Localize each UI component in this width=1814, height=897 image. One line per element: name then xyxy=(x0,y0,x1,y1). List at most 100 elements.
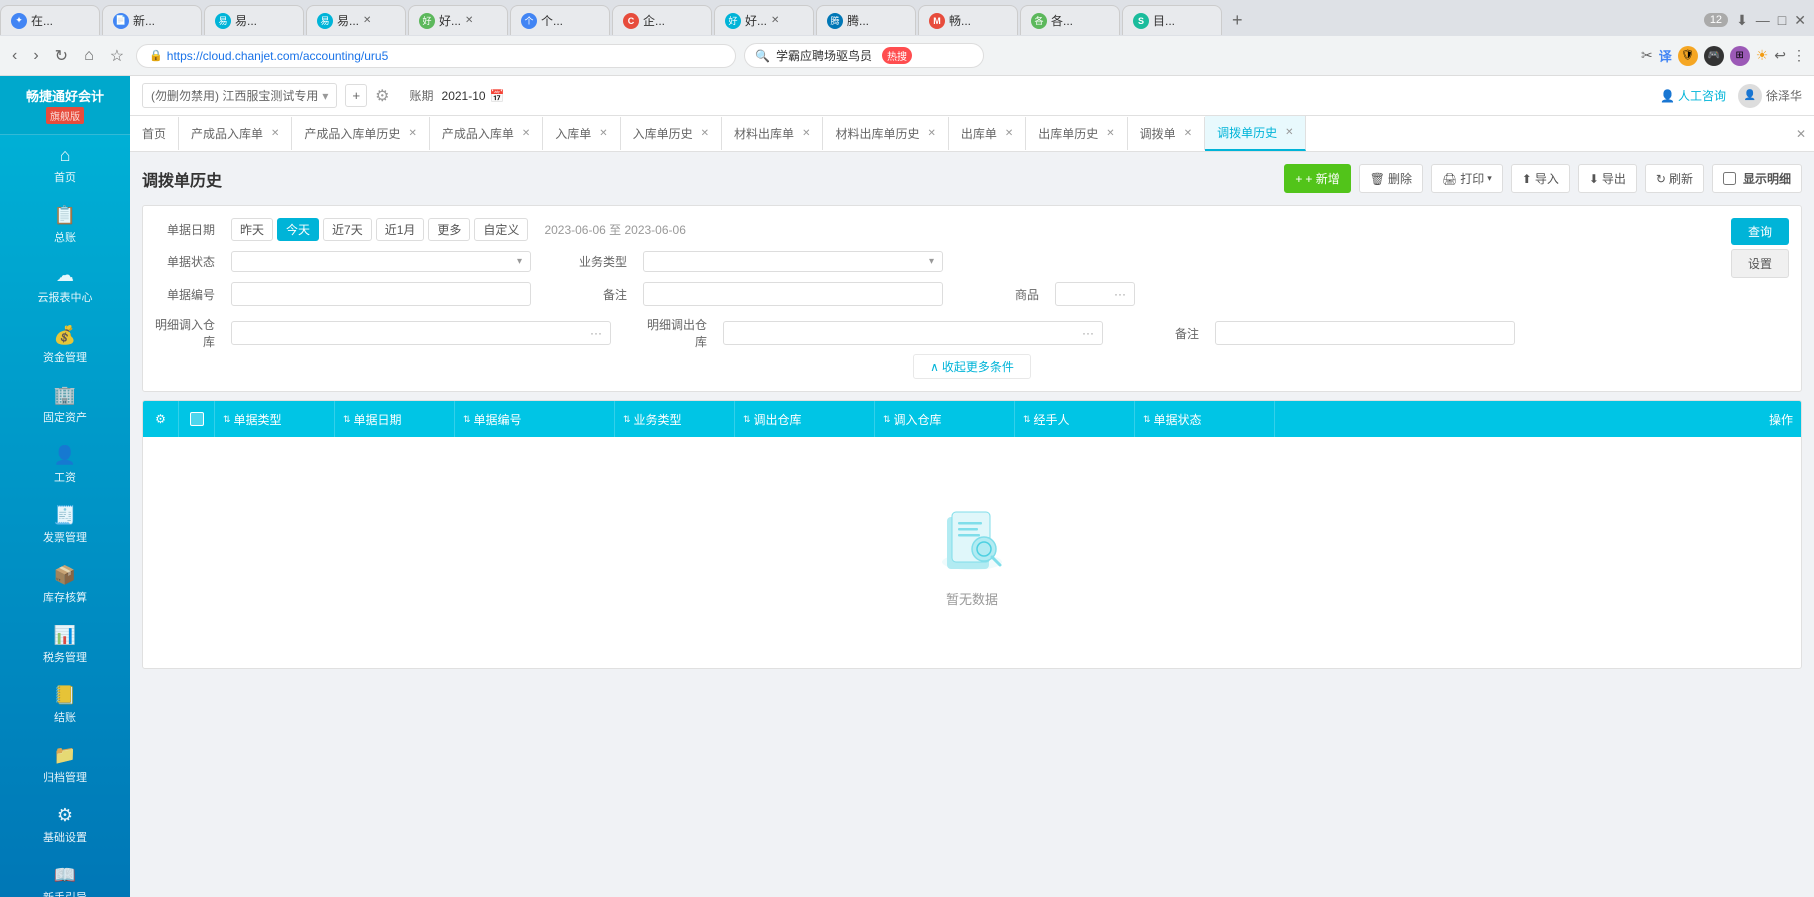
page-tab-transfer-close[interactable]: ✕ xyxy=(1184,128,1192,139)
ext-shield-icon[interactable]: 🛡 xyxy=(1678,46,1698,66)
company-selector[interactable]: (勿删勿禁用) 江西服宝测试专用 ▾ xyxy=(142,83,337,108)
date-1month-button[interactable]: 近1月 xyxy=(376,218,425,241)
sidebar-item-reports[interactable]: ☁ 云报表中心 xyxy=(0,255,130,315)
sidebar-item-archive[interactable]: 📁 归档管理 xyxy=(0,735,130,795)
th-date[interactable]: ⇅ 单据日期 xyxy=(335,401,455,437)
display-toggle[interactable]: 显示明细 xyxy=(1712,164,1802,193)
browser-tab-12[interactable]: S 目... xyxy=(1122,5,1222,35)
browser-tab-5[interactable]: 好 好... ✕ xyxy=(408,5,508,35)
refresh-page-button[interactable]: ↻ 刷新 xyxy=(1645,164,1704,193)
browser-tab-11[interactable]: 各 各... xyxy=(1020,5,1120,35)
window-close-icon[interactable]: ✕ xyxy=(1794,12,1806,29)
tab-close-4[interactable]: ✕ xyxy=(363,15,371,26)
th-biz-type[interactable]: ⇅ 业务类型 xyxy=(615,401,735,437)
back-button[interactable]: ‹ xyxy=(8,43,21,69)
window-minimize-icon[interactable]: — xyxy=(1756,12,1770,28)
date-yesterday-button[interactable]: 昨天 xyxy=(231,218,273,241)
page-tab-transfer-history-close[interactable]: ✕ xyxy=(1285,127,1293,138)
page-tab-finished-in-history[interactable]: 产成品入库单历史 ✕ xyxy=(292,117,429,150)
browser-tab-3[interactable]: 易 易... xyxy=(204,5,304,35)
page-tab-material-out[interactable]: 材料出库单 ✕ xyxy=(722,117,823,150)
page-tab-finished-in2-close[interactable]: ✕ xyxy=(522,128,530,139)
select-all-checkbox[interactable] xyxy=(190,412,204,426)
bookmark-button[interactable]: ☆ xyxy=(106,42,128,70)
service-button[interactable]: 👤 人工咨询 xyxy=(1660,87,1726,104)
in-warehouse-picker[interactable]: ··· xyxy=(231,321,611,345)
page-tab-finished-in-close[interactable]: ✕ xyxy=(271,128,279,139)
th-handler[interactable]: ⇅ 经手人 xyxy=(1015,401,1135,437)
status-dropdown[interactable]: ▾ xyxy=(231,251,531,272)
th-out-wh[interactable]: ⇅ 调出仓库 xyxy=(735,401,875,437)
ext-grid-icon[interactable]: ⊞ xyxy=(1730,46,1750,66)
page-tab-warehouse-in-close[interactable]: ✕ xyxy=(599,128,607,139)
window-maximize-icon[interactable]: □ xyxy=(1778,12,1786,28)
date-today-button[interactable]: 今天 xyxy=(277,218,319,241)
page-tab-material-out-close[interactable]: ✕ xyxy=(802,128,810,139)
page-tab-warehouse-in-history-close[interactable]: ✕ xyxy=(701,128,709,139)
page-tab-finished-in-history-close[interactable]: ✕ xyxy=(408,128,416,139)
date-more-button[interactable]: 更多 xyxy=(428,218,470,241)
collapse-button[interactable]: ∧ 收起更多条件 xyxy=(913,354,1031,379)
page-tab-material-out-history[interactable]: 材料出库单历史 ✕ xyxy=(823,117,948,150)
page-tab-warehouse-in[interactable]: 入库单 ✕ xyxy=(543,117,620,150)
type-dropdown[interactable]: ▾ xyxy=(643,251,943,272)
brightness-icon[interactable]: ☀ xyxy=(1756,47,1769,64)
goods-picker[interactable]: ··· xyxy=(1055,282,1135,306)
page-tab-transfer[interactable]: 调拨单 ✕ xyxy=(1128,117,1205,150)
menu-icon[interactable]: ⋮ xyxy=(1792,47,1806,64)
sidebar-item-inventory[interactable]: 📦 库存核算 xyxy=(0,555,130,615)
page-tab-finished-in2[interactable]: 产成品入库单 ✕ xyxy=(430,117,543,150)
th-settings[interactable]: ⚙ xyxy=(143,401,179,437)
address-bar[interactable]: 🔒 https://cloud.chanjet.com/accounting/u… xyxy=(136,44,736,68)
ext-game-icon[interactable]: 🎮 xyxy=(1704,46,1724,66)
sidebar-item-payroll[interactable]: 👤 工资 xyxy=(0,435,130,495)
sidebar-item-settings[interactable]: ⚙ 基础设置 xyxy=(0,795,130,855)
new-button[interactable]: + + 新增 xyxy=(1284,164,1350,193)
sidebar-item-fixed-assets[interactable]: 🏢 固定资产 xyxy=(0,375,130,435)
out-warehouse-picker[interactable]: ··· xyxy=(723,321,1103,345)
refresh-browser-button[interactable]: ↻ xyxy=(51,42,72,70)
page-tab-warehouse-out-history-close[interactable]: ✕ xyxy=(1106,128,1114,139)
tab-close-8[interactable]: ✕ xyxy=(771,15,779,26)
page-tab-material-out-history-close[interactable]: ✕ xyxy=(927,128,935,139)
th-in-wh[interactable]: ⇅ 调入仓库 xyxy=(875,401,1015,437)
add-company-button[interactable]: + xyxy=(345,84,367,107)
date-custom-button[interactable]: 自定义 xyxy=(474,218,528,241)
period-selector[interactable]: 2021-10 📅 xyxy=(442,89,505,103)
search-bar[interactable]: 🔍 学霸应聘场驱鸟员 热搜 xyxy=(744,43,984,68)
browser-tab-10[interactable]: M 畅... xyxy=(918,5,1018,35)
sidebar-item-closing[interactable]: 📒 结账 xyxy=(0,675,130,735)
display-checkbox[interactable] xyxy=(1723,172,1736,185)
close-all-tabs-button[interactable]: ✕ xyxy=(1788,119,1814,149)
sidebar-item-home[interactable]: ⌂ 首页 xyxy=(0,135,130,195)
page-tab-warehouse-out-close[interactable]: ✕ xyxy=(1005,128,1013,139)
page-tab-transfer-history[interactable]: 调拨单历史 ✕ xyxy=(1205,116,1306,151)
print-button[interactable]: 🖨 打印 ▾ xyxy=(1431,164,1503,193)
translate-icon[interactable]: 译 xyxy=(1659,46,1672,65)
new-tab-button[interactable]: + xyxy=(1224,10,1251,31)
page-tab-warehouse-in-history[interactable]: 入库单历史 ✕ xyxy=(621,117,722,150)
browser-tab-2[interactable]: 📄 新... xyxy=(102,5,202,35)
th-number[interactable]: ⇅ 单据编号 xyxy=(455,401,615,437)
import-button[interactable]: ⬆ 导入 xyxy=(1511,164,1570,193)
filter-settings-button[interactable]: 设置 xyxy=(1731,249,1789,278)
forward-button[interactable]: › xyxy=(29,43,42,69)
browser-tab-1[interactable]: ✦ 在... xyxy=(0,5,100,35)
browser-tab-7[interactable]: C 企... xyxy=(612,5,712,35)
th-status[interactable]: ⇅ 单据状态 xyxy=(1135,401,1275,437)
number-input[interactable] xyxy=(231,282,531,306)
page-tab-home[interactable]: 首页 xyxy=(130,117,179,150)
sidebar-item-funds[interactable]: 💰 资金管理 xyxy=(0,315,130,375)
undo-icon[interactable]: ↩ xyxy=(1774,47,1786,64)
company-settings-icon[interactable]: ⚙ xyxy=(375,86,389,106)
sidebar-item-ledger[interactable]: 📋 总账 xyxy=(0,195,130,255)
page-tab-warehouse-out[interactable]: 出库单 ✕ xyxy=(949,117,1026,150)
query-button[interactable]: 查询 xyxy=(1731,218,1789,245)
th-type[interactable]: ⇅ 单据类型 xyxy=(215,401,335,437)
browser-tab-8[interactable]: 好 好... ✕ xyxy=(714,5,814,35)
sidebar-item-invoice[interactable]: 🧾 发票管理 xyxy=(0,495,130,555)
page-tab-warehouse-out-history[interactable]: 出库单历史 ✕ xyxy=(1026,117,1127,150)
date-7days-button[interactable]: 近7天 xyxy=(323,218,372,241)
user-menu[interactable]: 👤 徐泽华 xyxy=(1738,84,1802,108)
note-input[interactable] xyxy=(643,282,943,306)
